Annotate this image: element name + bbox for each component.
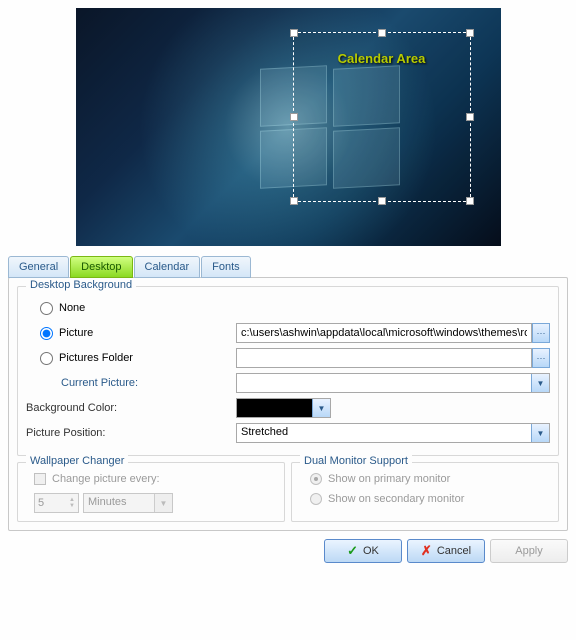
bg-color-picker[interactable]: ▼	[236, 398, 331, 418]
apply-button: Apply	[490, 539, 568, 563]
resize-handle[interactable]	[290, 197, 298, 205]
dual-monitor-group: Dual Monitor Support Show on primary mon…	[291, 462, 559, 522]
radio-none[interactable]: None	[26, 302, 236, 315]
radio-icon	[310, 473, 322, 485]
group-title: Wallpaper Changer	[26, 455, 128, 467]
current-picture-label: Current Picture:	[26, 377, 236, 389]
browse-folder-button[interactable]: ···	[532, 348, 550, 368]
resize-handle[interactable]	[378, 29, 386, 37]
position-label: Picture Position:	[26, 427, 236, 439]
ok-label: OK	[363, 545, 379, 557]
tab-fonts[interactable]: Fonts	[201, 256, 251, 278]
current-picture-combo[interactable]: ▼	[236, 373, 550, 393]
tab-strip: General Desktop Calendar Fonts	[8, 256, 568, 278]
x-icon: ✗	[421, 543, 432, 559]
resize-handle[interactable]	[378, 197, 386, 205]
chevron-down-icon[interactable]: ▼	[154, 494, 172, 512]
desktop-preview: Calendar Area	[76, 8, 501, 246]
bg-color-label: Background Color:	[26, 402, 236, 414]
bg-color-swatch	[237, 399, 312, 417]
desktop-background-group: Desktop Background None Picture ··· Pict…	[17, 286, 559, 456]
radio-secondary-label: Show on secondary monitor	[328, 493, 464, 505]
radio-none-label: None	[59, 302, 85, 314]
current-picture-value	[237, 374, 531, 392]
radio-picture-label: Picture	[59, 327, 93, 339]
chevron-down-icon[interactable]: ▼	[531, 424, 549, 442]
radio-primary-monitor[interactable]: Show on primary monitor	[300, 473, 550, 485]
resize-handle[interactable]	[466, 197, 474, 205]
cancel-label: Cancel	[437, 545, 471, 557]
chevron-down-icon[interactable]: ▼	[312, 399, 330, 417]
desktop-panel: Desktop Background None Picture ··· Pict…	[8, 277, 568, 531]
resize-handle[interactable]	[466, 113, 474, 121]
ok-button[interactable]: ✓ OK	[324, 539, 402, 563]
tab-calendar[interactable]: Calendar	[134, 256, 201, 278]
change-every-checkbox[interactable]	[34, 473, 46, 485]
wallpaper-changer-group: Wallpaper Changer Change picture every: …	[17, 462, 285, 522]
tab-general[interactable]: General	[8, 256, 69, 278]
radio-picture[interactable]: Picture	[26, 327, 236, 340]
radio-pictures-folder[interactable]: Pictures Folder	[26, 352, 236, 365]
spinner-arrows-icon[interactable]: ▲▼	[69, 497, 75, 509]
pictures-folder-input[interactable]	[236, 348, 532, 368]
group-title: Dual Monitor Support	[300, 455, 412, 467]
radio-none-input[interactable]	[40, 302, 53, 315]
cancel-button[interactable]: ✗ Cancel	[407, 539, 485, 563]
change-every-label: Change picture every:	[52, 473, 160, 485]
change-every-row: Change picture every:	[26, 473, 276, 485]
resize-handle[interactable]	[466, 29, 474, 37]
apply-label: Apply	[515, 545, 543, 557]
picture-path-input[interactable]	[236, 323, 532, 343]
radio-pictures-folder-input[interactable]	[40, 352, 53, 365]
check-icon: ✓	[347, 543, 358, 559]
chevron-down-icon[interactable]: ▼	[531, 374, 549, 392]
interval-unit-value: Minutes	[84, 494, 154, 512]
resize-handle[interactable]	[290, 113, 298, 121]
resize-handle[interactable]	[290, 29, 298, 37]
position-combo[interactable]: Stretched ▼	[236, 423, 550, 443]
calendar-area-selection[interactable]: Calendar Area	[293, 32, 471, 202]
position-value: Stretched	[237, 424, 531, 442]
interval-unit-combo[interactable]: Minutes ▼	[83, 493, 173, 513]
interval-value: 5	[38, 497, 44, 509]
radio-secondary-monitor[interactable]: Show on secondary monitor	[300, 493, 550, 505]
tab-desktop[interactable]: Desktop	[70, 256, 132, 278]
interval-spinner[interactable]: 5 ▲▼	[34, 493, 79, 513]
group-title: Desktop Background	[26, 279, 136, 291]
radio-icon	[310, 493, 322, 505]
browse-picture-button[interactable]: ···	[532, 323, 550, 343]
radio-primary-label: Show on primary monitor	[328, 473, 450, 485]
calendar-area-label: Calendar Area	[338, 51, 426, 66]
radio-pictures-folder-label: Pictures Folder	[59, 352, 133, 364]
dialog-buttons: ✓ OK ✗ Cancel Apply	[8, 539, 568, 563]
radio-picture-input[interactable]	[40, 327, 53, 340]
